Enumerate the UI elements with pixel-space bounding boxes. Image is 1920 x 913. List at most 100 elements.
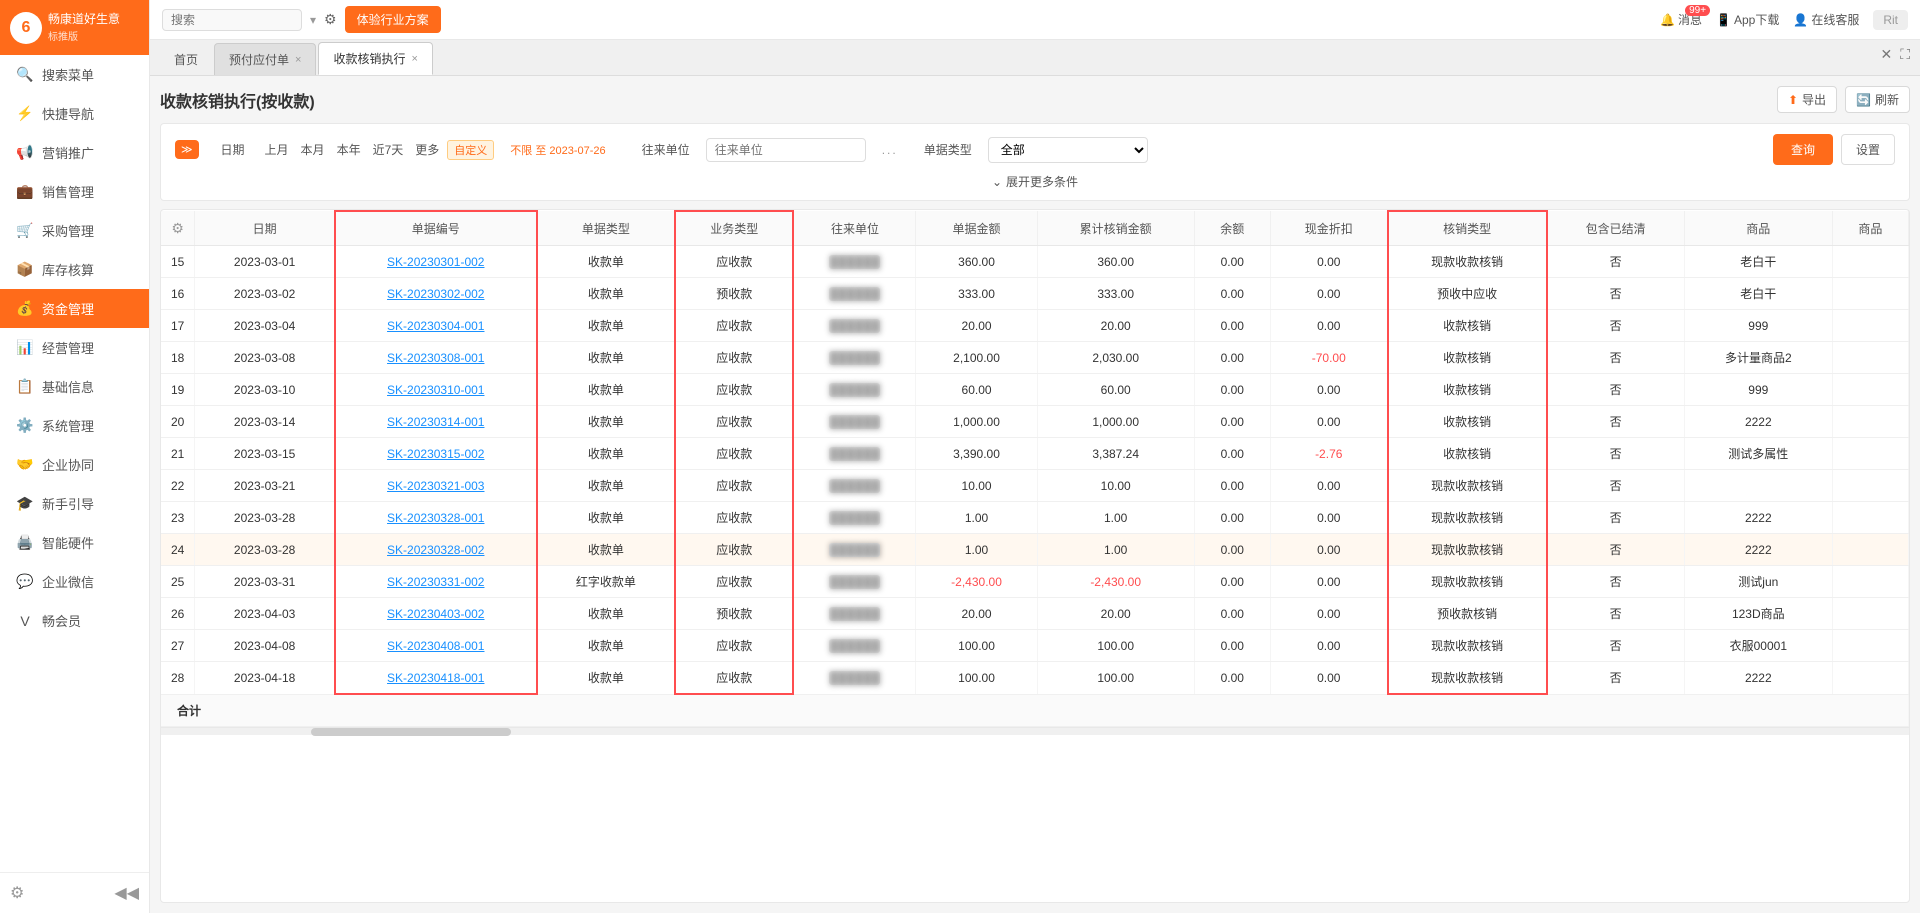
cell-verify-type: 现款收款核销 (1388, 534, 1547, 566)
query-button[interactable]: 查询 (1773, 134, 1833, 165)
bill-no-link[interactable]: SK-20230403-002 (387, 607, 484, 621)
sidebar-item-marketing[interactable]: 📢营销推广 (0, 133, 149, 172)
sidebar-bottom: ⚙ ◀◀ (0, 872, 149, 913)
cell-verified: 100.00 (1037, 630, 1194, 662)
sidebar-label-finance: 资金管理 (42, 299, 94, 318)
close-tab-icon[interactable]: ✕ (1880, 46, 1892, 63)
table-settings-col[interactable]: ⚙ (161, 211, 195, 246)
solution-button[interactable]: 体验行业方案 (345, 6, 441, 33)
sidebar-item-hardware[interactable]: 🖨️智能硬件 (0, 523, 149, 562)
cell-bill-no: SK-20230301-002 (335, 246, 537, 278)
bill-no-link[interactable]: SK-20230331-002 (387, 575, 484, 589)
tab-bar: 首页 预付应付单 × 收款核销执行 × ✕ ⛶ (150, 40, 1920, 76)
this-year-btn[interactable]: 本年 (333, 139, 365, 160)
cell-date: 2023-03-31 (195, 566, 335, 598)
refresh-button[interactable]: 🔄 刷新 (1845, 86, 1910, 113)
filter-setting-button[interactable]: 设置 (1841, 134, 1895, 165)
cell-included: 否 (1547, 598, 1685, 630)
corp-icon: 🤝 (16, 456, 34, 474)
sidebar-item-member[interactable]: V畅会员 (0, 601, 149, 640)
topbar-search-input[interactable] (162, 9, 302, 31)
sidebar-item-purchase[interactable]: 🛒采购管理 (0, 211, 149, 250)
bill-no-link[interactable]: SK-20230321-003 (387, 479, 484, 493)
cell-amount: 360.00 (916, 246, 1037, 278)
cell-verify-type: 现款收款核销 (1388, 502, 1547, 534)
cell-goods1: 衣服00001 (1684, 630, 1832, 662)
sidebar-item-search[interactable]: 🔍搜索菜单 (0, 55, 149, 94)
cell-bill-type: 收款单 (537, 342, 676, 374)
cell-discount: 0.00 (1270, 566, 1387, 598)
cell-verified: 1.00 (1037, 534, 1194, 566)
scrollbar-thumb[interactable] (311, 728, 511, 736)
sidebar-item-wechat[interactable]: 💬企业微信 (0, 562, 149, 601)
sidebar-item-operation[interactable]: 📊经营管理 (0, 328, 149, 367)
message-badge: 99+ (1685, 5, 1710, 16)
custom-date-btn[interactable]: 自定义 (447, 140, 494, 160)
cell-no: 28 (161, 662, 195, 695)
bill-type-select[interactable]: 全部 收款单 红字收款单 (988, 137, 1148, 163)
sidebar-item-system[interactable]: ⚙️系统管理 (0, 406, 149, 445)
sidebar-item-inventory[interactable]: 📦库存核算 (0, 250, 149, 289)
sidebar-item-guide[interactable]: 🎓新手引导 (0, 484, 149, 523)
cell-goods2 (1832, 342, 1908, 374)
cell-verify-type: 收款核销 (1388, 406, 1547, 438)
dropdown-arrow-icon[interactable]: ▾ (310, 13, 316, 27)
sidebar-item-finance[interactable]: 💰资金管理 (0, 289, 149, 328)
bill-no-link[interactable]: SK-20230301-002 (387, 255, 484, 269)
collapse-icon[interactable]: ◀◀ (114, 883, 139, 903)
table-scrollbar[interactable] (161, 727, 1909, 735)
cell-goods1: 测试多属性 (1684, 438, 1832, 470)
table-row: 24 2023-03-28 SK-20230328-002 收款单 应收款 ██… (161, 534, 1909, 566)
cell-included: 否 (1547, 278, 1685, 310)
sidebar-item-corp[interactable]: 🤝企业协同 (0, 445, 149, 484)
cell-goods1: 123D商品 (1684, 598, 1832, 630)
tab-home[interactable]: 首页 (160, 44, 212, 75)
bill-no-link[interactable]: SK-20230408-001 (387, 639, 484, 653)
sidebar-item-basic[interactable]: 📋基础信息 (0, 367, 149, 406)
more-date-btn[interactable]: 更多 (411, 139, 443, 160)
bill-no-link[interactable]: SK-20230310-001 (387, 383, 484, 397)
settings-icon[interactable]: ⚙ (10, 883, 24, 903)
partner-filter-input[interactable] (706, 138, 866, 162)
seven-days-btn[interactable]: 近7天 (369, 139, 408, 160)
page-actions: ⬆ 导出 🔄 刷新 (1777, 86, 1910, 113)
online-service-button[interactable]: 👤 在线客服 (1793, 11, 1859, 28)
cell-balance: 0.00 (1194, 598, 1270, 630)
filter-toggle-button[interactable]: ≫ (175, 140, 199, 159)
tab-verify-close[interactable]: × (411, 53, 417, 65)
cell-no: 15 (161, 246, 195, 278)
bill-no-link[interactable]: SK-20230308-001 (387, 351, 484, 365)
cell-bill-type: 收款单 (537, 438, 676, 470)
cell-partner: ██████ (793, 630, 916, 662)
topbar-gear-icon[interactable]: ⚙ (324, 11, 337, 28)
cell-verify-type: 收款核销 (1388, 438, 1547, 470)
expand-more-button[interactable]: ⌄ 展开更多条件 (992, 173, 1078, 190)
message-button[interactable]: 🔔 消息 99+ (1660, 11, 1702, 28)
sidebar-item-sales[interactable]: 💼销售管理 (0, 172, 149, 211)
bill-no-link[interactable]: SK-20230418-001 (387, 671, 484, 685)
export-button[interactable]: ⬆ 导出 (1777, 86, 1837, 113)
this-month-btn[interactable]: 本月 (297, 139, 329, 160)
maximize-icon[interactable]: ⛶ (1900, 46, 1910, 63)
col-verify-type: 核销类型 (1388, 211, 1547, 246)
tab-prepay-close[interactable]: × (295, 54, 301, 66)
bill-no-link[interactable]: SK-20230328-002 (387, 543, 484, 557)
bill-no-link[interactable]: SK-20230302-002 (387, 287, 484, 301)
cell-balance: 0.00 (1194, 470, 1270, 502)
cell-date: 2023-03-14 (195, 406, 335, 438)
column-settings-icon[interactable]: ⚙ (171, 220, 184, 236)
bill-no-link[interactable]: SK-20230315-002 (387, 447, 484, 461)
cell-verified: 360.00 (1037, 246, 1194, 278)
sidebar-item-quick[interactable]: ⚡快捷导航 (0, 94, 149, 133)
bill-no-link[interactable]: SK-20230328-001 (387, 511, 484, 525)
user-avatar[interactable]: Rit (1873, 10, 1908, 30)
app-download-button[interactable]: 📱 App下载 (1716, 11, 1779, 28)
tab-verify[interactable]: 收款核销执行 × (318, 42, 432, 75)
last-month-btn[interactable]: 上月 (261, 139, 293, 160)
tab-prepay[interactable]: 预付应付单 × (214, 43, 316, 75)
cell-amount: 20.00 (916, 598, 1037, 630)
bill-no-link[interactable]: SK-20230304-001 (387, 319, 484, 333)
sidebar-label-search: 搜索菜单 (42, 65, 94, 84)
cell-biz-type: 预收款 (675, 278, 793, 310)
bill-no-link[interactable]: SK-20230314-001 (387, 415, 484, 429)
